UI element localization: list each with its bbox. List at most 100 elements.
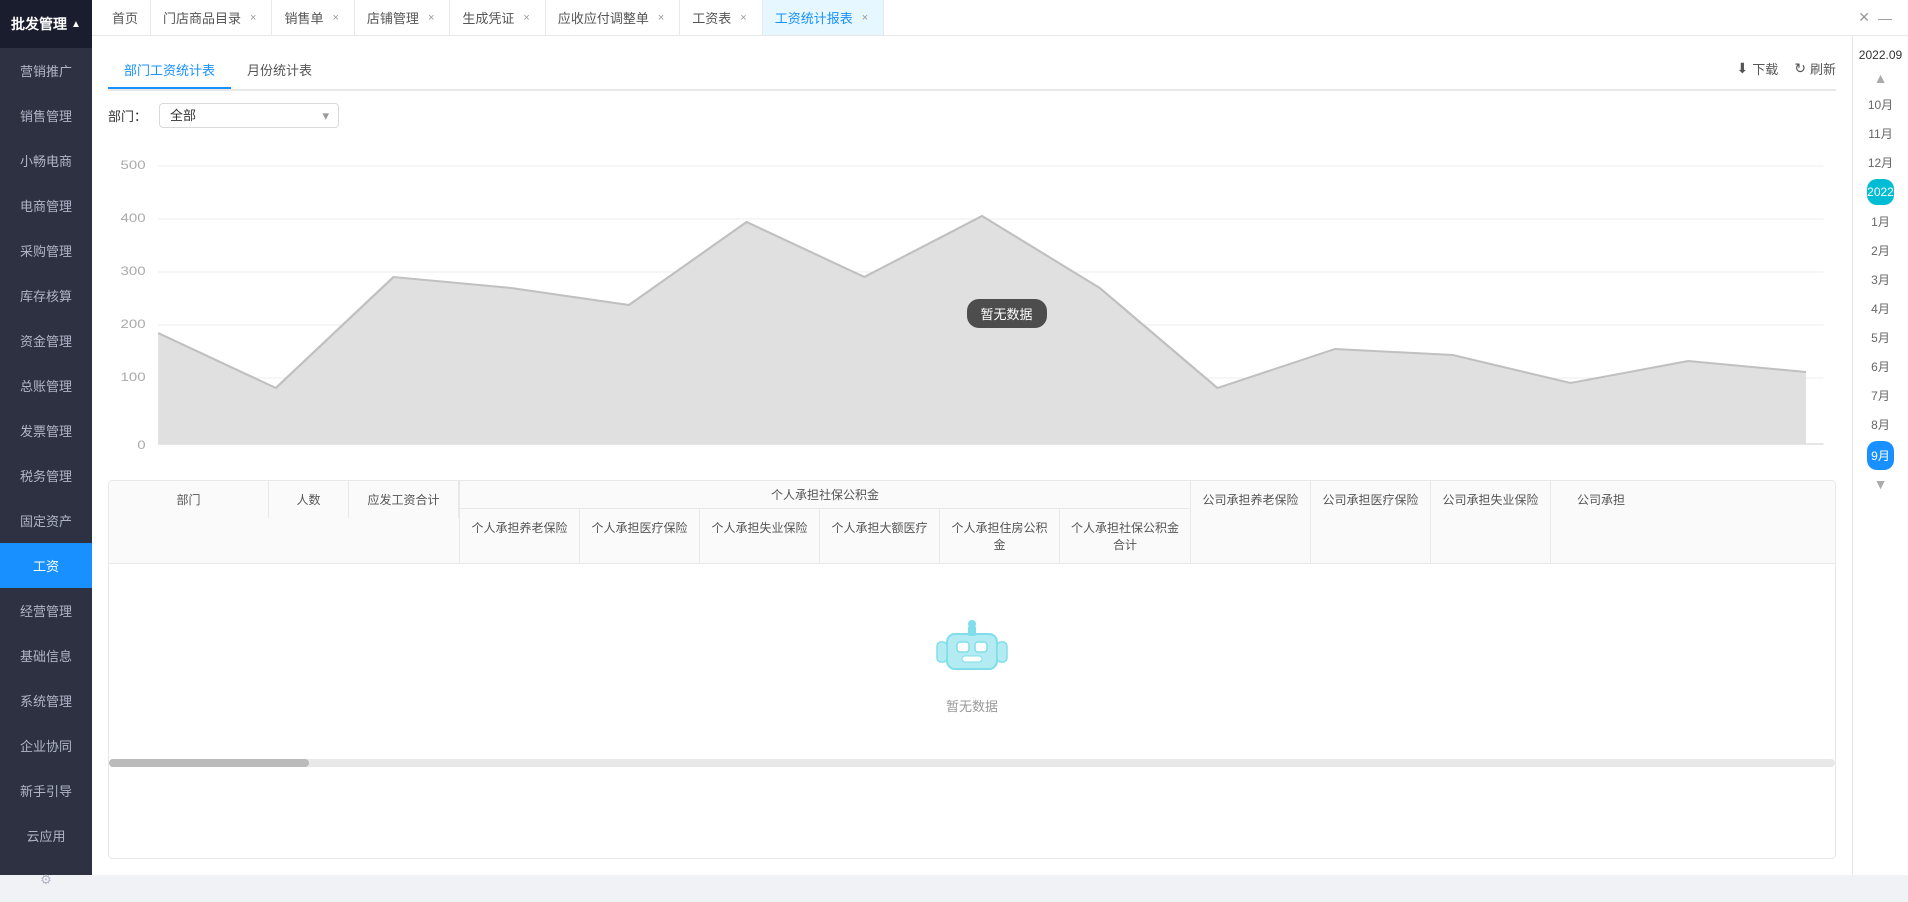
timeline-nav-down[interactable]: ▼ (1874, 472, 1888, 496)
sidebar-item-tax[interactable]: 税务管理 (0, 453, 92, 498)
download-icon: ⬇ (1737, 60, 1749, 77)
sub-tab-month[interactable]: 月份统计表 (231, 52, 328, 89)
tab-shop-manage[interactable]: 店铺管理 × (355, 0, 450, 36)
content-area: 部门工资统计表 月份统计表 ⬇ 下载 ↻ 刷新 部门： (92, 36, 1908, 875)
scrollbar-thumb[interactable] (109, 759, 309, 767)
sidebar-item-basic[interactable]: 基础信息 (0, 633, 92, 678)
tab-close-sales-order[interactable]: × (329, 11, 341, 25)
sidebar-item-ecommerce[interactable]: 电商管理 (0, 183, 92, 228)
sidebar-title-arrow: ▲ (71, 19, 81, 30)
settings-icon: ⚙ (40, 872, 52, 887)
svg-text:300: 300 (121, 264, 147, 277)
tab-voucher[interactable]: 生成凭证× (450, 0, 545, 36)
th-personal-medical: 个人承担医疗保险 (580, 509, 700, 563)
sidebar-title[interactable]: 批发管理 ▲ (0, 0, 92, 48)
tab-sales-order[interactable]: 销售单 × (272, 0, 354, 36)
svg-text:500: 500 (121, 158, 147, 171)
dept-filter-label: 部门： (108, 106, 147, 125)
timeline-item-3月[interactable]: 3月 (1863, 265, 1898, 294)
sidebar-title-text: 批发管理 (11, 14, 67, 34)
timeline-current-label: 2022.09 (1859, 44, 1902, 66)
tab-close-store-catalog[interactable]: × (247, 11, 259, 25)
tab-close-voucher[interactable]: × (520, 11, 532, 25)
th-personal-major: 个人承担大额医疗 (820, 509, 940, 563)
timeline-item-2022[interactable]: 2022 (1867, 179, 1894, 205)
svg-text:100: 100 (121, 370, 147, 383)
sidebar-item-collab[interactable]: 企业协同 (0, 723, 92, 768)
tab-bar-close[interactable]: ✕ — (1850, 9, 1900, 26)
timeline-item-9月[interactable]: 9月 (1867, 441, 1894, 470)
sidebar-footer-settings[interactable]: ⚙ (0, 858, 92, 902)
th-personal-total: 个人承担社保公积金合计 (1060, 509, 1190, 563)
timeline-item-5月[interactable]: 5月 (1863, 323, 1898, 352)
sub-tabs: 部门工资统计表 月份统计表 (108, 52, 328, 89)
timeline-item-12月[interactable]: 12月 (1863, 148, 1898, 177)
th-company-medical: 公司承担医疗保险 (1311, 481, 1431, 563)
tab-close-adjustment[interactable]: × (655, 11, 667, 25)
tab-label-shop-manage: 店铺管理 (367, 8, 419, 27)
table-no-data: 暂无数据 (109, 564, 1835, 755)
refresh-label: 刷新 (1810, 59, 1836, 78)
timeline-item-1月[interactable]: 1月 (1863, 207, 1898, 236)
timeline-item-10月[interactable]: 10月 (1863, 90, 1898, 119)
close-icon[interactable]: ✕ (1858, 9, 1870, 26)
th-personal-unemployment: 个人承担失业保险 (700, 509, 820, 563)
tab-label-home: 首页 (112, 8, 138, 27)
refresh-button[interactable]: ↻ 刷新 (1794, 59, 1836, 78)
sidebar-item-marketing[interactable]: 营销推广 (0, 48, 92, 93)
tab-payroll[interactable]: 工资表 × (680, 0, 762, 36)
sidebar-item-salary[interactable]: 工资 (0, 543, 92, 588)
dept-select-wrapper: 全部 部门A 部门B (159, 103, 339, 128)
tab-close-shop-manage[interactable]: × (425, 11, 437, 25)
timeline-item-4月[interactable]: 4月 (1863, 294, 1898, 323)
download-button[interactable]: ⬇ 下载 (1737, 59, 1779, 78)
tab-label-store-catalog: 门店商品目录 (163, 8, 241, 27)
th-dept: 部门 (109, 481, 269, 518)
th-count: 人数 (269, 481, 349, 518)
tab-adjustment[interactable]: 应收应付调整单 × (546, 0, 680, 36)
timeline-item-7月[interactable]: 7月 (1863, 381, 1898, 410)
tab-label-payroll: 工资表 (692, 8, 731, 27)
svg-text:400: 400 (121, 211, 147, 224)
timeline-item-2月[interactable]: 2月 (1863, 236, 1898, 265)
no-data-text: 暂无数据 (946, 696, 998, 715)
timeline-item-6月[interactable]: 6月 (1863, 352, 1898, 381)
sidebar-item-inventory[interactable]: 库存核算 (0, 273, 92, 318)
timeline-nav-up[interactable]: ▲ (1874, 66, 1888, 90)
th-company-pension: 公司承担养老保险 (1191, 481, 1311, 563)
sidebar-item-assets[interactable]: 固定资产 (0, 498, 92, 543)
horizontal-scrollbar[interactable] (109, 759, 1835, 767)
th-personal-pension: 个人承担养老保险 (460, 509, 580, 563)
sidebar-item-ledger[interactable]: 总账管理 (0, 363, 92, 408)
sidebar-item-invoice[interactable]: 发票管理 (0, 408, 92, 453)
sub-tab-dept[interactable]: 部门工资统计表 (108, 52, 231, 89)
minus-icon[interactable]: — (1878, 10, 1892, 26)
chart-no-data-tooltip: 暂无数据 (967, 299, 1047, 328)
table-wrapper: 部门 人数 应发工资合计 个人承担社保公积金 个人承担养老保险 个人承担医疗保险… (108, 480, 1836, 859)
sidebar-item-ecommerce-small[interactable]: 小畅电商 (0, 138, 92, 183)
sidebar-item-sales[interactable]: 销售管理 (0, 93, 92, 138)
dept-select[interactable]: 全部 部门A 部门B (159, 103, 339, 128)
tab-label-sales-order: 销售单 (284, 8, 323, 27)
timeline-item-11月[interactable]: 11月 (1863, 119, 1898, 148)
timeline-panel: 2022.09 ▲ 10月11月12月20221月2月3月4月5月6月7月8月9… (1852, 36, 1908, 875)
chart-wrapper: 500 400 300 200 100 0 (108, 144, 1836, 464)
sidebar-item-operation[interactable]: 经营管理 (0, 588, 92, 633)
tab-home[interactable]: 首页 (100, 0, 151, 36)
tab-close-payroll[interactable]: × (737, 11, 749, 25)
tab-label-adjustment: 应收应付调整单 (558, 8, 649, 27)
sidebar-item-finance[interactable]: 资金管理 (0, 318, 92, 363)
sidebar-item-purchase[interactable]: 采购管理 (0, 228, 92, 273)
page-content: 部门工资统计表 月份统计表 ⬇ 下载 ↻ 刷新 部门： (92, 36, 1852, 875)
tab-store-catalog[interactable]: 门店商品目录 × (151, 0, 272, 36)
tab-close-payroll-report[interactable]: × (859, 11, 871, 25)
svg-text:200: 200 (121, 317, 147, 330)
sidebar-item-guide[interactable]: 新手引导 (0, 768, 92, 813)
timeline-item-8月[interactable]: 8月 (1863, 410, 1898, 439)
sidebar-item-system[interactable]: 系统管理 (0, 678, 92, 723)
svg-text:0: 0 (137, 438, 146, 451)
tab-payroll-report[interactable]: 工资统计报表× (763, 0, 884, 36)
sidebar-item-cloud[interactable]: 云应用 (0, 813, 92, 858)
main-area: 首页门店商品目录×销售单×店铺管理×生成凭证×应收应付调整单×工资表×工资统计报… (92, 0, 1908, 875)
filter-row: 部门： 全部 部门A 部门B (108, 103, 1836, 128)
